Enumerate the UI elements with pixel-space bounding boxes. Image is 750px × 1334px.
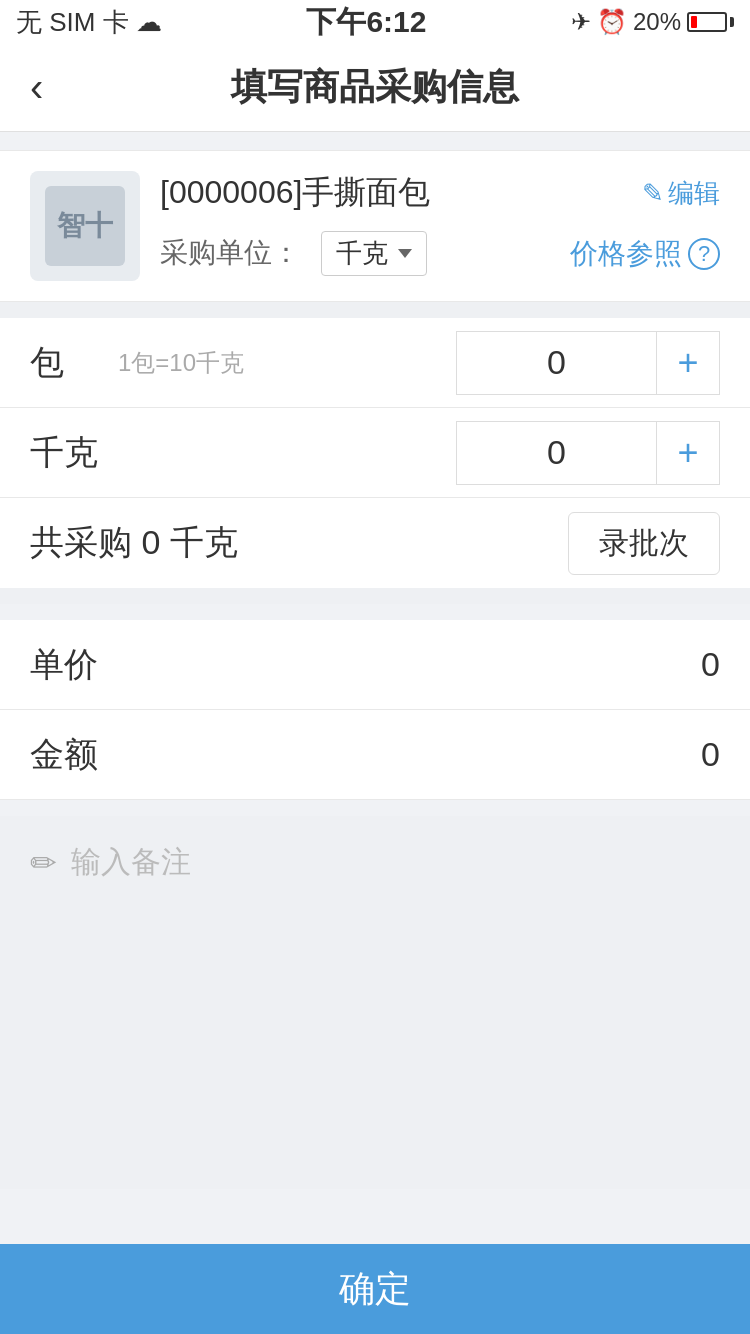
amount-label: 金额 bbox=[30, 732, 98, 778]
unit-price-label: 单价 bbox=[30, 642, 98, 688]
purchase-unit-row: 采购单位： 千克 价格参照 ? bbox=[160, 231, 720, 276]
edit-button[interactable]: ✎ 编辑 bbox=[642, 176, 720, 211]
unit-price-value: 0 bbox=[701, 645, 720, 684]
divider-1 bbox=[0, 302, 750, 318]
sim-label: 无 SIM 卡 ☁ bbox=[16, 5, 162, 40]
product-name: [0000006]手撕面包 bbox=[160, 171, 430, 215]
location-icon: ✈ bbox=[571, 8, 591, 36]
product-card: 智十 [0000006]手撕面包 ✎ 编辑 采购单位： 千克 价格参照 ? bbox=[0, 150, 750, 302]
product-image: 智十 bbox=[30, 171, 140, 281]
batch-button[interactable]: 录批次 bbox=[568, 512, 720, 575]
unit-select[interactable]: 千克 bbox=[321, 231, 427, 276]
package-label: 包 bbox=[30, 340, 110, 386]
edit-icon: ✎ bbox=[642, 178, 664, 209]
unit-price-row: 单价 0 bbox=[0, 620, 750, 710]
status-time: 下午6:12 bbox=[306, 2, 426, 43]
status-left: 无 SIM 卡 ☁ bbox=[16, 5, 162, 40]
confirm-button[interactable]: 确定 bbox=[0, 1244, 750, 1334]
amount-value: 0 bbox=[701, 735, 720, 774]
amount-row: 金额 0 bbox=[0, 710, 750, 800]
input-section: 包 1包=10千克 + 千克 + bbox=[0, 318, 750, 498]
price-ref-button[interactable]: 价格参照 ? bbox=[570, 235, 720, 273]
package-plus-button[interactable]: + bbox=[656, 331, 720, 395]
note-section[interactable]: ✏ 输入备注 bbox=[0, 816, 750, 909]
nav-bar: ‹ 填写商品采购信息 bbox=[0, 44, 750, 132]
question-icon: ? bbox=[688, 238, 720, 270]
alarm-icon: ⏰ bbox=[597, 8, 627, 36]
battery-percent: 20% bbox=[633, 8, 681, 36]
product-info: [0000006]手撕面包 ✎ 编辑 采购单位： 千克 价格参照 ? bbox=[160, 171, 720, 276]
product-logo: 智十 bbox=[45, 186, 125, 266]
note-placeholder: 输入备注 bbox=[71, 842, 191, 883]
back-button[interactable]: ‹ bbox=[30, 65, 63, 110]
status-right: ✈ ⏰ 20% bbox=[571, 8, 734, 36]
pencil-icon: ✏ bbox=[30, 844, 57, 882]
product-name-row: [0000006]手撕面包 ✎ 编辑 bbox=[160, 171, 720, 215]
content-spacer bbox=[0, 909, 750, 1189]
battery-icon bbox=[687, 12, 734, 32]
kilogram-input[interactable] bbox=[456, 421, 656, 485]
summary-row: 共采购 0 千克 录批次 bbox=[0, 498, 750, 588]
status-bar: 无 SIM 卡 ☁ 下午6:12 ✈ ⏰ 20% bbox=[0, 0, 750, 44]
purchase-unit-left: 采购单位： 千克 bbox=[160, 231, 427, 276]
info-section: 单价 0 金额 0 bbox=[0, 620, 750, 800]
package-control: + bbox=[456, 331, 720, 395]
kilogram-row: 千克 + bbox=[0, 408, 750, 498]
confirm-label: 确定 bbox=[339, 1265, 411, 1314]
kilogram-label: 千克 bbox=[30, 430, 110, 476]
purchase-unit-label: 采购单位： bbox=[160, 237, 300, 268]
page-title: 填写商品采购信息 bbox=[231, 63, 519, 112]
chevron-down-icon bbox=[398, 249, 412, 258]
kilogram-control: + bbox=[456, 421, 720, 485]
kilogram-plus-button[interactable]: + bbox=[656, 421, 720, 485]
package-row: 包 1包=10千克 + bbox=[0, 318, 750, 408]
package-input[interactable] bbox=[456, 331, 656, 395]
divider-2 bbox=[0, 588, 750, 604]
summary-text: 共采购 0 千克 bbox=[30, 520, 238, 566]
package-sublabel: 1包=10千克 bbox=[118, 347, 456, 379]
